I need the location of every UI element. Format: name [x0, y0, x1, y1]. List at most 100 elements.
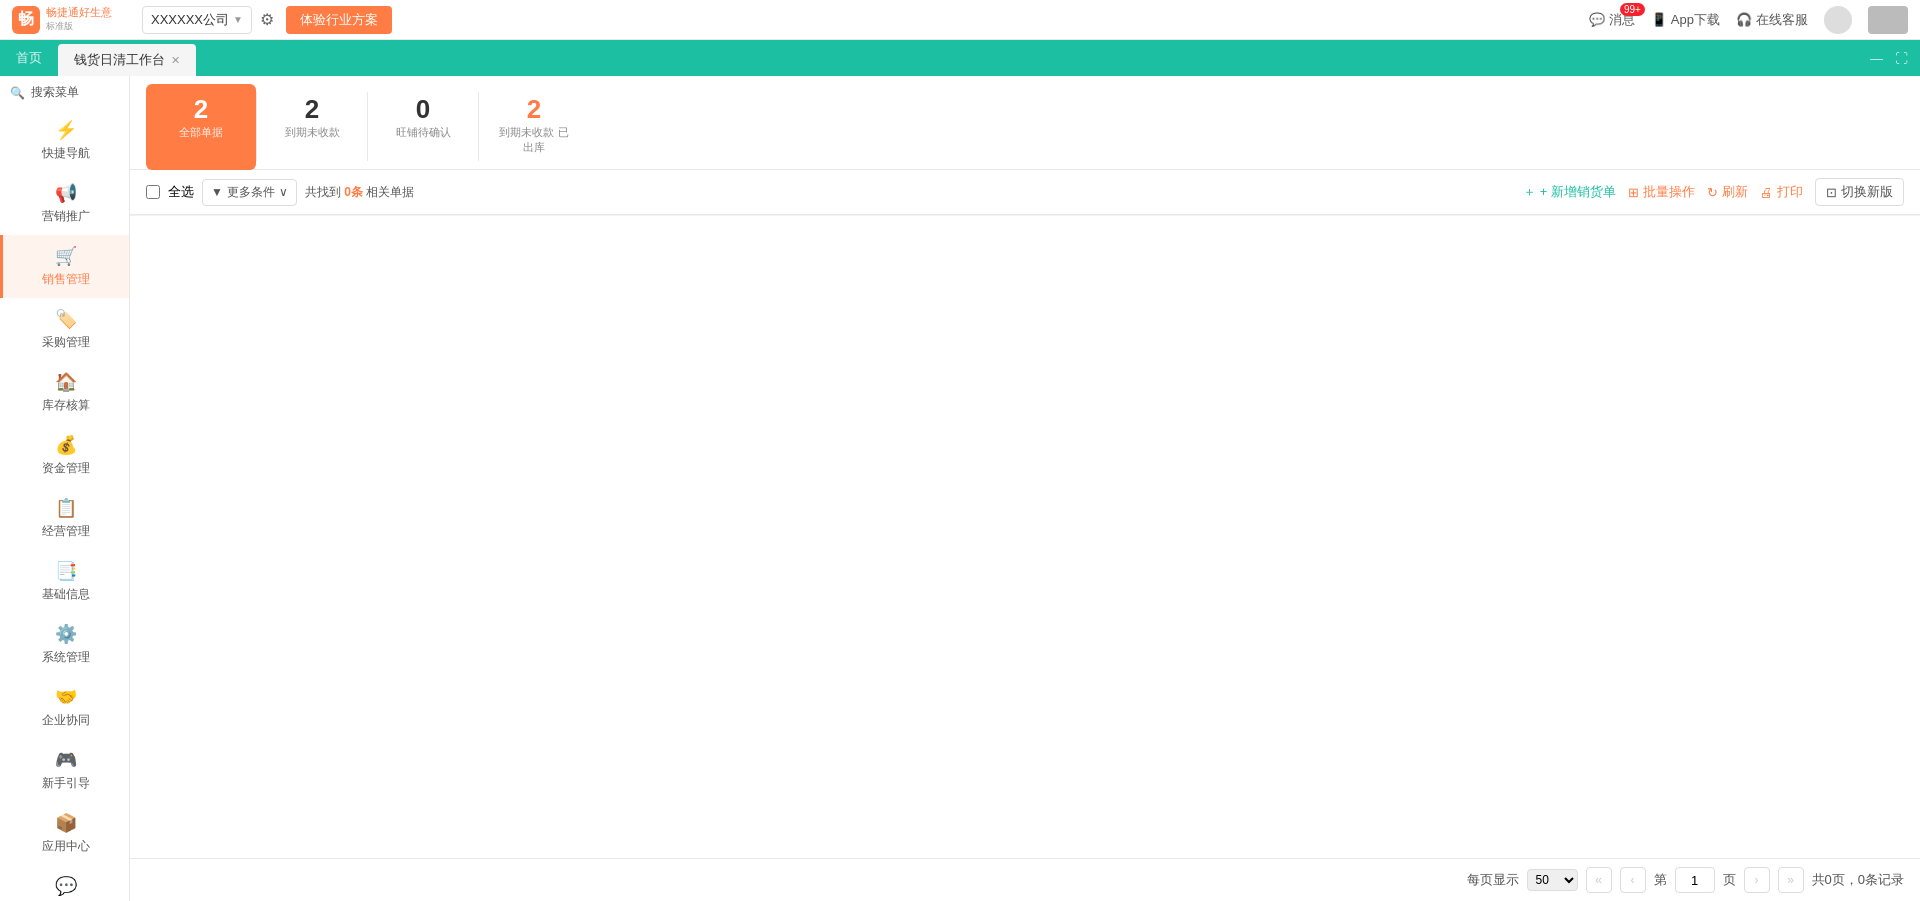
batch-operation-button[interactable]: ⊞ 批量操作: [1628, 183, 1695, 201]
sidebar-item-basic-info[interactable]: 📑 基础信息: [0, 550, 129, 613]
sidebar-item-label: 销售管理: [42, 271, 90, 288]
switch-icon: ⊡: [1826, 185, 1837, 200]
service-icon: 🎧: [1736, 12, 1752, 27]
message-button[interactable]: 💬 消息 99+: [1589, 11, 1635, 29]
online-service-button[interactable]: 🎧 在线客服: [1736, 11, 1808, 29]
sidebar-item-sales[interactable]: 🛒 销售管理: [0, 235, 129, 298]
sidebar-item-wechat[interactable]: 💬 企业微信: [0, 865, 129, 901]
app-center-icon: 📦: [55, 812, 77, 834]
avatar-extra[interactable]: [1868, 6, 1908, 34]
found-prefix: 共找到: [305, 185, 341, 199]
sidebar-item-label: 经营管理: [42, 523, 90, 540]
page-label: 第: [1654, 871, 1667, 889]
basic-info-icon: 📑: [55, 560, 77, 582]
select-all-label: 全选: [168, 183, 194, 201]
sidebar-search[interactable]: 🔍 搜索菜单: [0, 76, 129, 109]
sidebar-item-label: 库存核算: [42, 397, 90, 414]
sidebar-item-purchase[interactable]: 🏷️ 采购管理: [0, 298, 129, 361]
refresh-button[interactable]: ↻ 刷新: [1707, 183, 1748, 201]
next-page-button[interactable]: ›: [1744, 867, 1770, 893]
stat-tab-shipped-label: 到期未收款 已出库: [495, 125, 573, 155]
sidebar-item-guide[interactable]: 🎮 新手引导: [0, 739, 129, 802]
wechat-icon: 💬: [55, 875, 77, 897]
switch-label: 切换新版: [1841, 183, 1893, 201]
logo-icon: 畅: [12, 6, 40, 34]
toolbar: 全选 ▼ 更多条件 ∨ 共找到 0条 相关单据 ＋ + 新增销货单: [130, 170, 1920, 215]
stat-tab-all-label: 全部单据: [162, 125, 240, 140]
found-suffix: 相关单据: [366, 185, 414, 199]
main-layout: 🔍 搜索菜单 ⚡ 快捷导航 📢 营销推广 🛒 销售管理 🏷️ 采购管理 🏠 库存…: [0, 76, 1920, 901]
enterprise-icon: 🤝: [55, 686, 77, 708]
add-sale-order-button[interactable]: ＋ + 新增销货单: [1523, 183, 1616, 201]
company-selector[interactable]: XXXXXX公司 ▼: [142, 6, 252, 34]
filter-label: 更多条件: [227, 184, 275, 201]
avatar[interactable]: [1824, 6, 1852, 34]
settings-icon[interactable]: ⚙: [260, 10, 274, 29]
tab-home[interactable]: 首页: [0, 40, 58, 76]
prev-page-button[interactable]: ‹: [1620, 867, 1646, 893]
stat-tab-wangpu[interactable]: 0 旺铺待确认: [368, 84, 478, 169]
first-page-button[interactable]: «: [1586, 867, 1612, 893]
toolbar-right: ＋ + 新增销货单 ⊞ 批量操作 ↻ 刷新 🖨 打印 ⊡ 切换新版: [1523, 178, 1904, 206]
quick-nav-icon: ⚡: [55, 119, 77, 141]
stat-tab-overdue-num: 2: [273, 94, 351, 125]
tab-home-label: 首页: [16, 49, 42, 67]
batch-btn-label: 批量操作: [1643, 183, 1695, 201]
sidebar-item-label: 快捷导航: [42, 145, 90, 162]
filter-chevron-icon: ∨: [279, 185, 288, 199]
stat-tab-wangpu-label: 旺铺待确认: [384, 125, 462, 140]
tabbar: 首页 钱货日清工作台 ✕ — ⛶: [0, 40, 1920, 76]
sidebar-item-label: 资金管理: [42, 460, 90, 477]
stat-tab-all[interactable]: 2 全部单据: [146, 84, 256, 170]
system-icon: ⚙️: [55, 623, 77, 645]
app-download-button[interactable]: 📱 App下载: [1651, 11, 1720, 29]
sidebar-item-label: 营销推广: [42, 208, 90, 225]
logo-badge: 标准版: [46, 20, 112, 33]
select-all-checkbox[interactable]: [146, 185, 160, 199]
guide-icon: 🎮: [55, 749, 77, 771]
filter-icon: ▼: [211, 185, 223, 199]
sidebar-item-label: 采购管理: [42, 334, 90, 351]
sidebar-item-enterprise[interactable]: 🤝 企业协同: [0, 676, 129, 739]
print-label: 打印: [1777, 183, 1803, 201]
sidebar-item-app-center[interactable]: 📦 应用中心: [0, 802, 129, 865]
last-page-button[interactable]: »: [1778, 867, 1804, 893]
stats-container: 2 全部单据 2 到期未收款 0 旺铺待确认 2 到期未收款 已出库: [130, 76, 1920, 170]
operation-icon: 📋: [55, 497, 77, 519]
found-text: 共找到 0条 相关单据: [305, 184, 414, 201]
switch-version-button[interactable]: ⊡ 切换新版: [1815, 178, 1904, 206]
stats-tabs: 2 全部单据 2 到期未收款 0 旺铺待确认 2 到期未收款 已出库: [130, 76, 1920, 169]
online-service-label: 在线客服: [1756, 11, 1808, 29]
stat-tab-overdue[interactable]: 2 到期未收款: [257, 84, 367, 169]
sidebar-search-label: 搜索菜单: [31, 84, 79, 101]
filter-button[interactable]: ▼ 更多条件 ∨: [202, 179, 297, 206]
header-right: 💬 消息 99+ 📱 App下载 🎧 在线客服: [1589, 6, 1908, 34]
tab-workspace[interactable]: 钱货日清工作台 ✕: [58, 44, 196, 76]
sidebar-item-marketing[interactable]: 📢 营销推广: [0, 172, 129, 235]
add-btn-label: + 新增销货单: [1540, 183, 1616, 201]
sidebar-item-quick-nav[interactable]: ⚡ 快捷导航: [0, 109, 129, 172]
stat-tab-shipped[interactable]: 2 到期未收款 已出库: [479, 84, 589, 169]
sidebar-item-system[interactable]: ⚙️ 系统管理: [0, 613, 129, 676]
sidebar-item-label: 应用中心: [42, 838, 90, 855]
sidebar-item-operation[interactable]: 📋 经营管理: [0, 487, 129, 550]
page-total: 共0页，0条记录: [1812, 871, 1904, 889]
sidebar-item-finance[interactable]: 💰 资金管理: [0, 424, 129, 487]
stat-tab-overdue-label: 到期未收款: [273, 125, 351, 140]
logo-text-group: 畅捷通好生意 标准版: [46, 6, 112, 32]
print-icon: 🖨: [1760, 185, 1773, 200]
logo-text: 畅捷通好生意: [46, 6, 112, 19]
tab-minimize-icon[interactable]: —: [1870, 51, 1883, 66]
tab-maximize-icon[interactable]: ⛶: [1895, 51, 1908, 66]
inventory-icon: 🏠: [55, 371, 77, 393]
sidebar-item-inventory[interactable]: 🏠 库存核算: [0, 361, 129, 424]
app-download-label: App下载: [1671, 11, 1720, 29]
per-page-select[interactable]: 10 20 50 100: [1527, 869, 1578, 891]
per-page-label: 每页显示: [1467, 871, 1519, 889]
print-button[interactable]: 🖨 打印: [1760, 183, 1803, 201]
tab-close-icon[interactable]: ✕: [171, 54, 180, 67]
content: 2 全部单据 2 到期未收款 0 旺铺待确认 2 到期未收款 已出库: [130, 76, 1920, 901]
trial-button[interactable]: 体验行业方案: [286, 6, 392, 34]
page-number-input[interactable]: [1675, 867, 1715, 893]
sidebar-item-label: 新手引导: [42, 775, 90, 792]
